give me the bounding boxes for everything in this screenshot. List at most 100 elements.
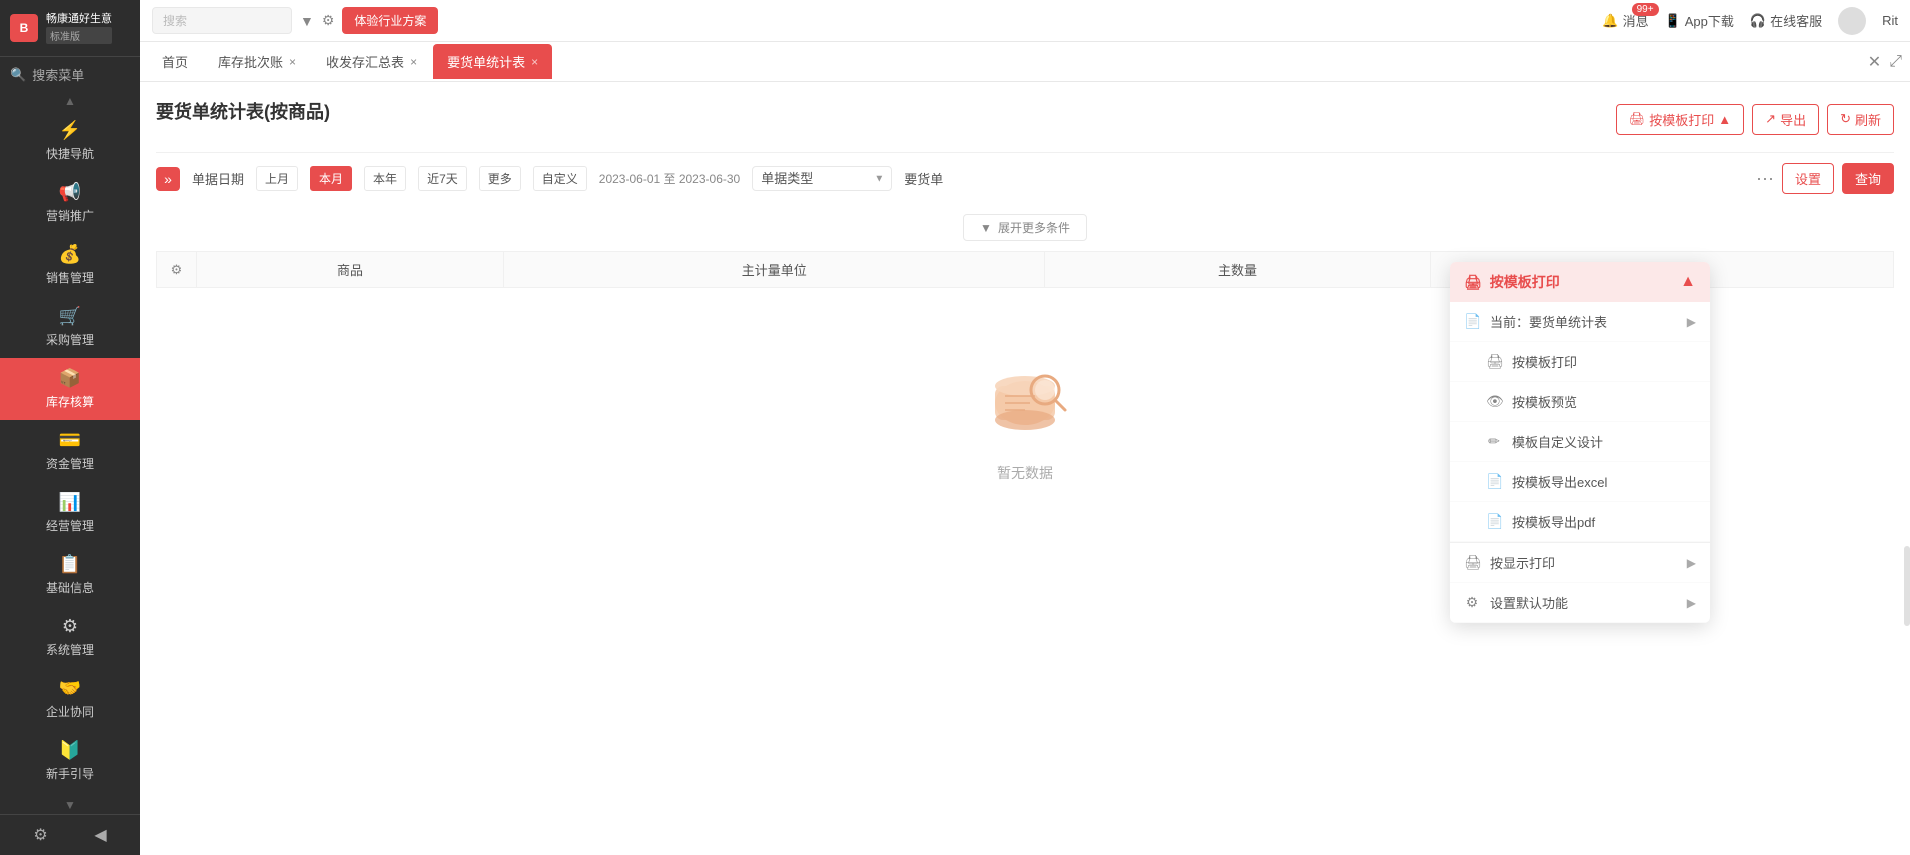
topbar-dropdown-icon[interactable]: ▼ — [300, 13, 314, 29]
sidebar-item-label: 经营管理 — [46, 517, 94, 534]
topbar-right: 🔔 消息 99+ 📱 App下载 🎧 在线客服 Rit — [1602, 7, 1898, 35]
side-scrollbar[interactable] — [1904, 546, 1910, 626]
tabs-bar: 首页 库存批次账 × 收发存汇总表 × 要货单统计表 × ✕ ⤢ — [140, 42, 1910, 82]
query-btn[interactable]: 查询 — [1842, 163, 1894, 194]
page-toolbar: 🖨 按模板打印 ▲ ↗ 导出 ↻ 刷新 — [1616, 104, 1894, 135]
tab-inventory-batch[interactable]: 库存批次账 × — [204, 44, 310, 79]
sidebar-item-label: 快捷导航 — [46, 145, 94, 162]
sidebar-item-label: 营销推广 — [46, 207, 94, 224]
tab-receipt-summary[interactable]: 收发存汇总表 × — [312, 44, 431, 79]
tab-receipt-summary-close[interactable]: × — [410, 55, 417, 69]
enterprise-icon: 🤝 — [59, 678, 81, 699]
sidebar-item-finance[interactable]: 💳 资金管理 — [0, 420, 140, 482]
sidebar-scroll-down[interactable]: ▼ — [64, 798, 76, 812]
sales-icon: 💰 — [59, 244, 81, 265]
display-print-icon: 🖨 — [1464, 554, 1480, 571]
app-tag: 标准版 — [46, 27, 112, 44]
filter-expand-btn[interactable]: » — [156, 167, 180, 191]
tab-inventory-batch-close[interactable]: × — [289, 55, 296, 69]
tab-inventory-batch-label: 库存批次账 — [218, 52, 283, 71]
dropdown-item-label: 按模板打印 — [1512, 352, 1577, 371]
operations-icon: 📊 — [59, 492, 81, 513]
date-btn-last-month[interactable]: 上月 — [256, 166, 298, 191]
table-header-goods: 商品 — [197, 252, 504, 288]
tab-order-stats[interactable]: 要货单统计表 × — [433, 44, 552, 79]
collapse-sidebar-btn[interactable]: ◀ — [94, 825, 106, 845]
export-icon: ↗ — [1765, 111, 1776, 127]
dropdown-close-btn[interactable]: ▲ — [1680, 273, 1696, 291]
dropdown-item-template-design[interactable]: ✏ 模板自定义设计 — [1450, 422, 1710, 462]
dropdown-display-label: 按显示打印 — [1490, 553, 1555, 572]
content-area: 要货单统计表(按商品) 🖨 按模板打印 ▲ ↗ 导出 ↻ 刷新 — [140, 82, 1910, 855]
topbar: 搜索 ▼ ⚙ 体验行业方案 🔔 消息 99+ 📱 App下载 🎧 在线客服 Ri… — [140, 0, 1910, 42]
sidebar-item-label: 基础信息 — [46, 579, 94, 596]
dropdown-item-template-preview[interactable]: 👁 按模板预览 — [1450, 382, 1710, 422]
export-btn[interactable]: ↗ 导出 — [1752, 104, 1819, 135]
guide-icon: 🔰 — [59, 740, 81, 761]
finance-icon: 💳 — [59, 430, 81, 451]
sidebar-item-label: 销售管理 — [46, 269, 94, 286]
sidebar-item-purchase[interactable]: 🛒 采购管理 — [0, 296, 140, 358]
dropdown-current-label: 当前：要货单统计表 — [1490, 312, 1607, 331]
sidebar-item-guide[interactable]: 🔰 新手引导 — [0, 730, 140, 792]
set-default-icon: ⚙ — [1464, 594, 1480, 611]
notifications-badge: 99+ — [1632, 3, 1659, 16]
app-download-item[interactable]: 📱 App下载 — [1665, 11, 1734, 30]
sidebar-item-basic-info[interactable]: 📋 基础信息 — [0, 544, 140, 606]
sidebar-scroll-up[interactable]: ▲ — [64, 94, 76, 108]
dropdown-set-default-label: 设置默认功能 — [1490, 593, 1568, 612]
dropdown-display-print[interactable]: 🖨 按显示打印 ▶ — [1450, 543, 1710, 583]
user-avatar[interactable] — [1838, 7, 1866, 35]
date-btn-more[interactable]: 更多 — [479, 166, 521, 191]
filter-bar: » 单据日期 上月 本月 本年 近7天 更多 自定义 2023-06-01 至 … — [156, 152, 1894, 204]
doc-type-select[interactable]: 单据类型 — [752, 166, 892, 191]
customer-service-label: 在线客服 — [1770, 11, 1822, 30]
date-btn-this-year[interactable]: 本年 — [364, 166, 406, 191]
search-icon: 🔍 — [10, 67, 26, 83]
chevron-up-icon: ▲ — [1718, 112, 1731, 127]
refresh-btn[interactable]: ↻ 刷新 — [1827, 104, 1894, 135]
sidebar-item-system[interactable]: ⚙ 系统管理 — [0, 606, 140, 668]
dropdown-current-item[interactable]: 📄 当前：要货单统计表 ▶ — [1450, 302, 1710, 342]
settings-btn[interactable]: 设置 — [1782, 163, 1834, 194]
headset-icon: 🎧 — [1750, 13, 1766, 29]
empty-text: 暂无数据 — [997, 463, 1053, 483]
date-btn-custom[interactable]: 自定义 — [533, 166, 587, 191]
dropdown-item-export-excel[interactable]: 📄 按模板导出excel — [1450, 462, 1710, 502]
sidebar-item-operations[interactable]: 📊 经营管理 — [0, 482, 140, 544]
search-menu-item[interactable]: 🔍 搜索菜单 — [0, 57, 140, 92]
sidebar-item-inventory[interactable]: 📦 库存核算 — [0, 358, 140, 420]
toolbar-dots[interactable]: ··· — [1756, 168, 1774, 189]
topbar-gear-icon[interactable]: ⚙ — [322, 12, 335, 29]
date-btn-7days[interactable]: 近7天 — [418, 166, 467, 191]
maximize-tab-btn[interactable]: ⤢ — [1889, 53, 1902, 71]
dropdown-header[interactable]: 🖨 按模板打印 ▲ — [1450, 262, 1710, 302]
dropdown-header-title: 🖨 按模板打印 — [1464, 272, 1560, 292]
sidebar-item-marketing[interactable]: 📢 营销推广 — [0, 172, 140, 234]
template-print-icon: 🖨 — [1486, 353, 1502, 370]
dropdown-item-export-pdf[interactable]: 📄 按模板导出pdf — [1450, 502, 1710, 542]
sidebar-item-enterprise[interactable]: 🤝 企业协同 — [0, 668, 140, 730]
customer-service-item[interactable]: 🎧 在线客服 — [1750, 11, 1822, 30]
expand-more-conditions-btn[interactable]: ▼ 展开更多条件 — [963, 214, 1087, 241]
sidebar-bottom: ⚙ ◀ — [0, 814, 140, 855]
tab-home[interactable]: 首页 — [148, 44, 202, 79]
dropdown-set-default[interactable]: ⚙ 设置默认功能 ▶ — [1450, 583, 1710, 623]
sidebar-item-sales[interactable]: 💰 销售管理 — [0, 234, 140, 296]
print-template-btn[interactable]: 🖨 按模板打印 ▲ — [1616, 104, 1744, 135]
tab-order-stats-close[interactable]: × — [531, 55, 538, 69]
date-range-display: 2023-06-01 至 2023-06-30 — [599, 170, 740, 187]
app-download-label: App下载 — [1685, 11, 1734, 30]
notifications-item[interactable]: 🔔 消息 99+ — [1602, 11, 1648, 30]
settings-bottom-btn[interactable]: ⚙ — [33, 825, 47, 845]
printer-icon: 🖨 — [1629, 111, 1646, 127]
date-btn-this-month[interactable]: 本月 — [310, 166, 352, 191]
app-name: 畅康通好生意 — [46, 12, 112, 27]
industry-solution-btn[interactable]: 体验行业方案 — [342, 7, 438, 34]
dropdown-item-template-print[interactable]: 🖨 按模板打印 — [1450, 342, 1710, 382]
sidebar: B 畅康通好生意 标准版 🔍 搜索菜单 ▲ ⚡ 快捷导航 📢 营销推广 💰 销售… — [0, 0, 140, 855]
topbar-left: 搜索 ▼ ⚙ 体验行业方案 — [152, 7, 1592, 34]
table-gear-icon[interactable]: ⚙ — [171, 262, 183, 277]
sidebar-item-quick-nav[interactable]: ⚡ 快捷导航 — [0, 110, 140, 172]
close-tab-btn[interactable]: ✕ — [1868, 52, 1881, 72]
